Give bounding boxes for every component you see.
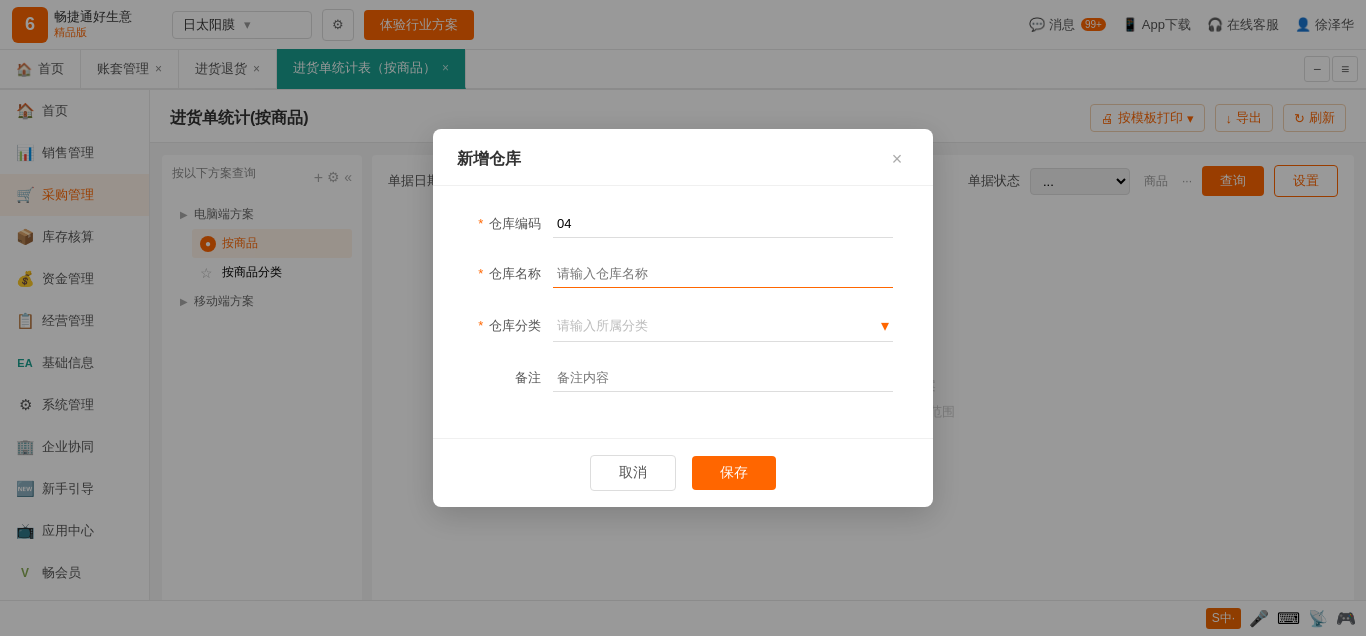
warehouse-code-input[interactable]	[553, 210, 893, 238]
code-label: * 仓库编码	[473, 215, 553, 233]
new-warehouse-dialog: 新增仓库 × * 仓库编码 * 仓库名称	[433, 129, 933, 507]
warehouse-remark-input[interactable]	[553, 364, 893, 392]
form-row-category: * 仓库分类 请输入所属分类 ▾	[473, 310, 893, 342]
dialog-body: * 仓库编码 * 仓库名称 * 仓库分类 请输入	[433, 186, 933, 438]
dialog-title: 新增仓库	[457, 149, 521, 170]
category-required-star: *	[478, 318, 483, 333]
form-row-code: * 仓库编码	[473, 210, 893, 238]
form-row-name: * 仓库名称	[473, 260, 893, 288]
form-row-remark: 备注	[473, 364, 893, 392]
category-label: * 仓库分类	[473, 317, 553, 335]
cancel-button[interactable]: 取消	[590, 455, 676, 491]
category-dropdown-arrow: ▾	[881, 316, 889, 335]
warehouse-name-input[interactable]	[553, 260, 893, 288]
dialog-footer: 取消 保存	[433, 438, 933, 507]
name-required-star: *	[478, 266, 483, 281]
category-placeholder: 请输入所属分类	[557, 317, 881, 335]
remark-label: 备注	[473, 369, 553, 387]
warehouse-category-select[interactable]: 请输入所属分类 ▾	[553, 310, 893, 342]
save-button[interactable]: 保存	[692, 456, 776, 490]
dialog-overlay[interactable]: 新增仓库 × * 仓库编码 * 仓库名称	[0, 0, 1366, 636]
code-required-star: *	[478, 216, 483, 231]
name-label: * 仓库名称	[473, 265, 553, 283]
dialog-header: 新增仓库 ×	[433, 129, 933, 186]
dialog-close-button[interactable]: ×	[885, 147, 909, 171]
